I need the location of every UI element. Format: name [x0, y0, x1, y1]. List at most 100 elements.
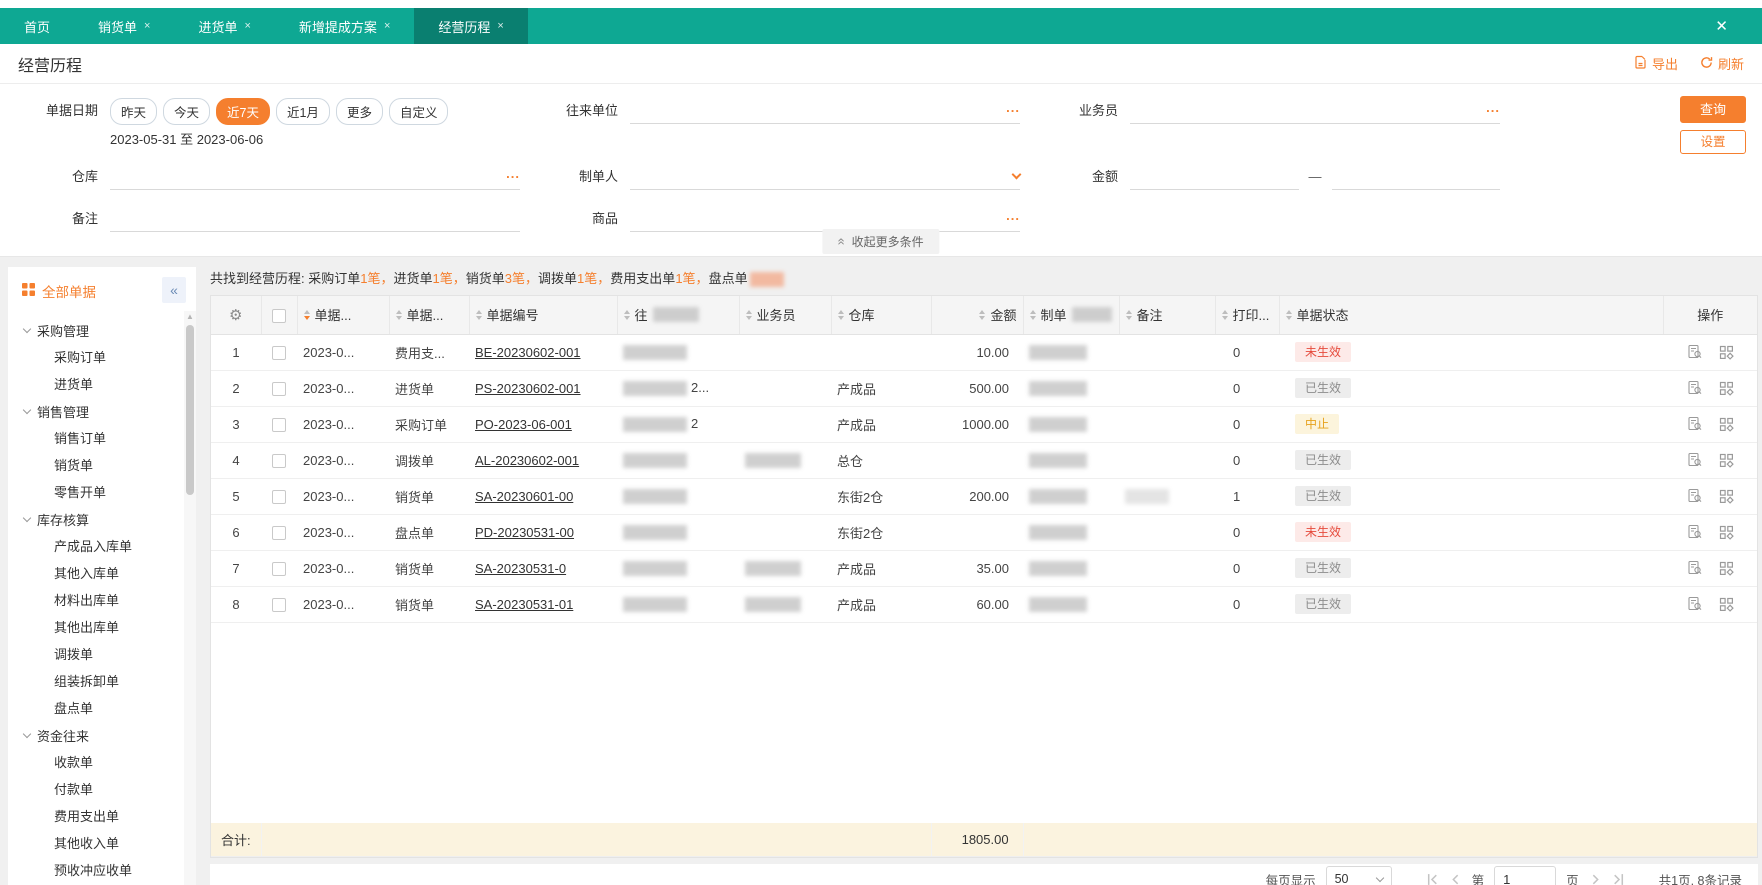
sidebar-item-其他入库单[interactable]: 其他入库单 — [8, 560, 196, 587]
partner-picker-icon[interactable]: ... — [1006, 101, 1020, 120]
doc-link[interactable]: SA-20230531-01 — [475, 597, 573, 612]
sidebar-item-盘点单[interactable]: 盘点单 — [8, 695, 196, 722]
amount-max-input[interactable] — [1332, 164, 1501, 189]
collapse-conditions-button[interactable]: « 收起更多条件 — [822, 229, 940, 254]
date-range-value[interactable]: 2023-05-31 至 2023-06-06 — [110, 129, 448, 148]
sidebar-item-收款单[interactable]: 收款单 — [8, 749, 196, 776]
sidebar-item-预收冲应收单[interactable]: 预收冲应收单 — [8, 857, 196, 884]
product-input[interactable] — [630, 206, 1000, 231]
date-pill-昨天[interactable]: 昨天 — [110, 98, 158, 125]
amount-min-input[interactable] — [1130, 164, 1299, 189]
per-page-select[interactable]: 50 — [1325, 866, 1392, 885]
sidebar-item-组装拆卸单[interactable]: 组装拆卸单 — [8, 668, 196, 695]
warehouse-input[interactable] — [110, 164, 500, 189]
column-settings-icon[interactable]: ⚙ — [229, 307, 242, 324]
doc-link[interactable]: AL-20230602-001 — [475, 453, 579, 468]
sidebar-scrollbar[interactable]: ▲ ▼ — [184, 311, 196, 885]
last-page-button[interactable] — [1612, 873, 1625, 885]
sidebar-item-其他收入单[interactable]: 其他收入单 — [8, 830, 196, 857]
product-picker-icon[interactable]: ... — [1006, 209, 1020, 228]
sidebar-item-零售开单[interactable]: 零售开单 — [8, 479, 196, 506]
header-date[interactable]: 单据... — [296, 296, 389, 335]
date-pill-自定义[interactable]: 自定义 — [388, 98, 449, 125]
more-actions-icon[interactable] — [1719, 525, 1734, 540]
view-document-icon[interactable] — [1687, 560, 1703, 576]
sidebar-collapse-button[interactable]: « — [162, 277, 186, 303]
sidebar-item-进货单[interactable]: 进货单 — [8, 371, 196, 398]
row-checkbox[interactable] — [272, 597, 286, 612]
scrollbar-thumb[interactable] — [186, 325, 194, 495]
warehouse-picker-icon[interactable]: ... — [506, 167, 520, 186]
sidebar-item-产成品入库单[interactable]: 产成品入库单 — [8, 533, 196, 560]
row-checkbox[interactable] — [272, 489, 286, 504]
sidebar-item-采购订单[interactable]: 采购订单 — [8, 344, 196, 371]
tab-close-icon[interactable]: × — [244, 20, 250, 32]
note-input[interactable] — [110, 206, 520, 231]
view-document-icon[interactable] — [1687, 452, 1703, 468]
row-checkbox[interactable] — [272, 345, 286, 360]
doc-link[interactable]: BE-20230602-001 — [475, 345, 581, 360]
more-actions-icon[interactable] — [1719, 489, 1734, 504]
salesman-picker-icon[interactable]: ... — [1486, 101, 1500, 120]
tree-group-资金往来[interactable]: 资金往来 — [8, 722, 196, 749]
prev-page-button[interactable] — [1449, 873, 1462, 885]
row-checkbox[interactable] — [272, 417, 286, 432]
sidebar-item-材料出库单[interactable]: 材料出库单 — [8, 587, 196, 614]
sidebar-item-其他出库单[interactable]: 其他出库单 — [8, 614, 196, 641]
settings-button[interactable]: 设置 — [1680, 130, 1746, 154]
date-pill-更多[interactable]: 更多 — [335, 98, 383, 125]
sidebar-item-销售订单[interactable]: 销售订单 — [8, 425, 196, 452]
tree-group-库存核算[interactable]: 库存核算 — [8, 506, 196, 533]
header-note[interactable]: 备注 — [1118, 296, 1215, 335]
more-actions-icon[interactable] — [1719, 381, 1734, 396]
tab-进货单[interactable]: 进货单 × — [174, 8, 274, 44]
row-checkbox[interactable] — [272, 381, 286, 396]
tab-首页[interactable]: 首页 — [0, 8, 74, 44]
tab-close-icon[interactable]: × — [144, 20, 150, 32]
header-warehouse[interactable]: 仓库 — [830, 296, 931, 335]
doc-link[interactable]: SA-20230601-00 — [475, 489, 573, 504]
header-amount[interactable]: 金额 — [930, 296, 1023, 335]
more-actions-icon[interactable] — [1719, 345, 1734, 360]
query-button[interactable]: 查询 — [1680, 96, 1746, 123]
view-document-icon[interactable] — [1687, 488, 1703, 504]
row-checkbox[interactable] — [272, 561, 286, 576]
tab-close-icon[interactable]: × — [497, 20, 503, 32]
date-pill-今天[interactable]: 今天 — [163, 98, 211, 125]
tab-新增提成方案[interactable]: 新增提成方案 × — [275, 8, 414, 44]
row-checkbox[interactable] — [272, 453, 286, 468]
more-actions-icon[interactable] — [1719, 417, 1734, 432]
partner-input[interactable] — [630, 98, 1000, 123]
doc-link[interactable]: SA-20230531-0 — [475, 561, 566, 576]
more-actions-icon[interactable] — [1719, 561, 1734, 576]
tree-group-销售管理[interactable]: 销售管理 — [8, 398, 196, 425]
export-button[interactable]: 导出 — [1634, 54, 1678, 73]
next-page-button[interactable] — [1589, 873, 1602, 885]
tab-销货单[interactable]: 销货单 × — [74, 8, 174, 44]
doc-link[interactable]: PO-2023-06-001 — [475, 417, 572, 432]
close-icon[interactable]: ✕ — [1715, 8, 1728, 44]
select-all-checkbox[interactable] — [272, 308, 286, 323]
view-document-icon[interactable] — [1687, 416, 1703, 432]
page-input[interactable] — [1494, 866, 1557, 885]
scroll-up-icon[interactable]: ▲ — [184, 311, 196, 323]
view-document-icon[interactable] — [1687, 344, 1703, 360]
tab-close-icon[interactable]: × — [384, 20, 390, 32]
header-status[interactable]: 单据状态 — [1278, 296, 1663, 335]
sidebar-item-调拨单[interactable]: 调拨单 — [8, 641, 196, 668]
sidebar-item-费用支出单[interactable]: 费用支出单 — [8, 803, 196, 830]
salesman-input[interactable] — [1130, 98, 1480, 123]
header-partner[interactable]: 往 — [616, 296, 739, 335]
tab-经营历程[interactable]: 经营历程 × — [414, 8, 528, 44]
header-maker[interactable]: 制单 — [1022, 296, 1119, 335]
header-type[interactable]: 单据... — [388, 296, 469, 335]
header-docno[interactable]: 单据编号 — [468, 296, 617, 335]
row-checkbox[interactable] — [272, 525, 286, 540]
view-document-icon[interactable] — [1687, 596, 1703, 612]
more-actions-icon[interactable] — [1719, 453, 1734, 468]
sidebar-item-付款单[interactable]: 付款单 — [8, 776, 196, 803]
first-page-button[interactable] — [1426, 873, 1439, 885]
refresh-button[interactable]: 刷新 — [1700, 54, 1744, 73]
sidebar-item-销货单[interactable]: 销货单 — [8, 452, 196, 479]
doc-link[interactable]: PD-20230531-00 — [475, 525, 574, 540]
